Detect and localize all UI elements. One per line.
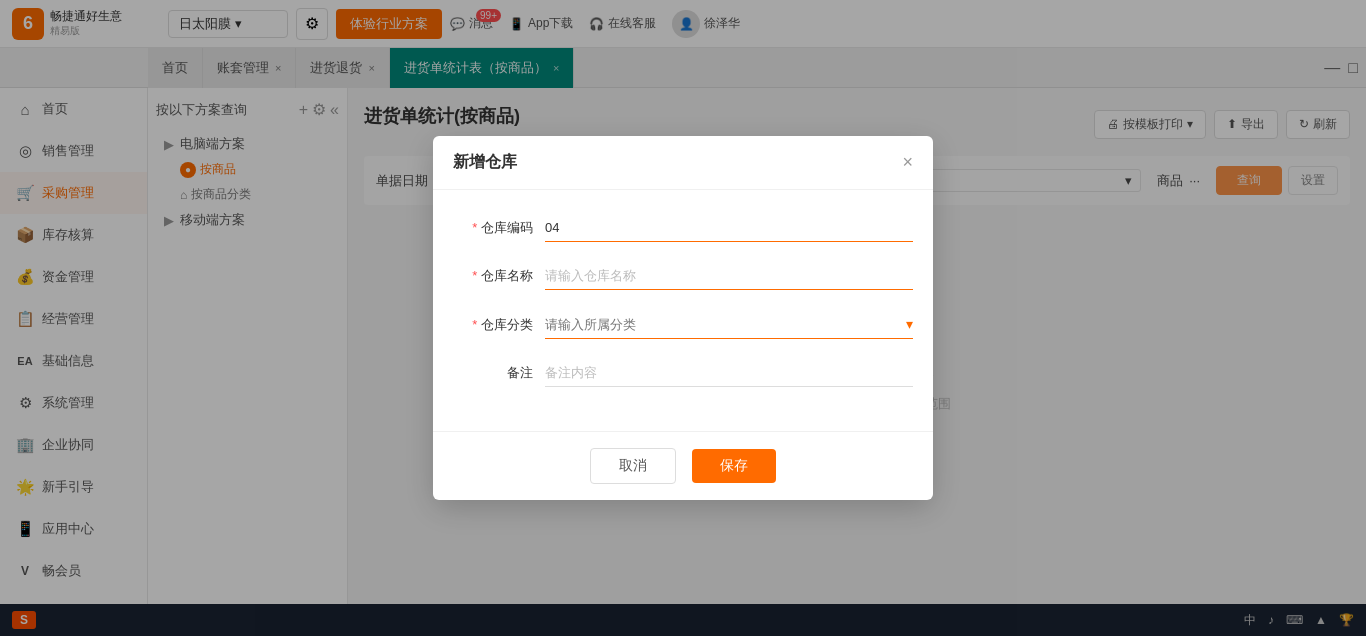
modal-body: 仓库编码 仓库名称 仓库分类 ▾ 备注 [433,190,933,431]
form-row-note: 备注 [453,359,913,387]
form-row-category: 仓库分类 ▾ [453,310,913,339]
note-input[interactable] [545,359,913,387]
name-label: 仓库名称 [453,267,533,285]
form-row-code: 仓库编码 [453,214,913,242]
warehouse-name-input[interactable] [545,262,913,290]
code-label: 仓库编码 [453,219,533,237]
save-button[interactable]: 保存 [692,449,776,483]
category-select[interactable]: ▾ [545,310,913,339]
modal-overlay[interactable]: 新增仓库 × 仓库编码 仓库名称 仓库分类 ▾ [0,0,1366,636]
new-warehouse-modal: 新增仓库 × 仓库编码 仓库名称 仓库分类 ▾ [433,136,933,500]
modal-close-button[interactable]: × [902,152,913,173]
modal-title: 新增仓库 [453,152,517,173]
form-row-name: 仓库名称 [453,262,913,290]
category-label: 仓库分类 [453,316,533,334]
modal-header: 新增仓库 × [433,136,933,190]
cancel-button[interactable]: 取消 [590,448,676,484]
warehouse-code-input[interactable] [545,214,913,242]
modal-footer: 取消 保存 [433,431,933,500]
category-dropdown-icon: ▾ [906,316,913,332]
note-label: 备注 [453,364,533,382]
category-input[interactable] [545,317,906,332]
